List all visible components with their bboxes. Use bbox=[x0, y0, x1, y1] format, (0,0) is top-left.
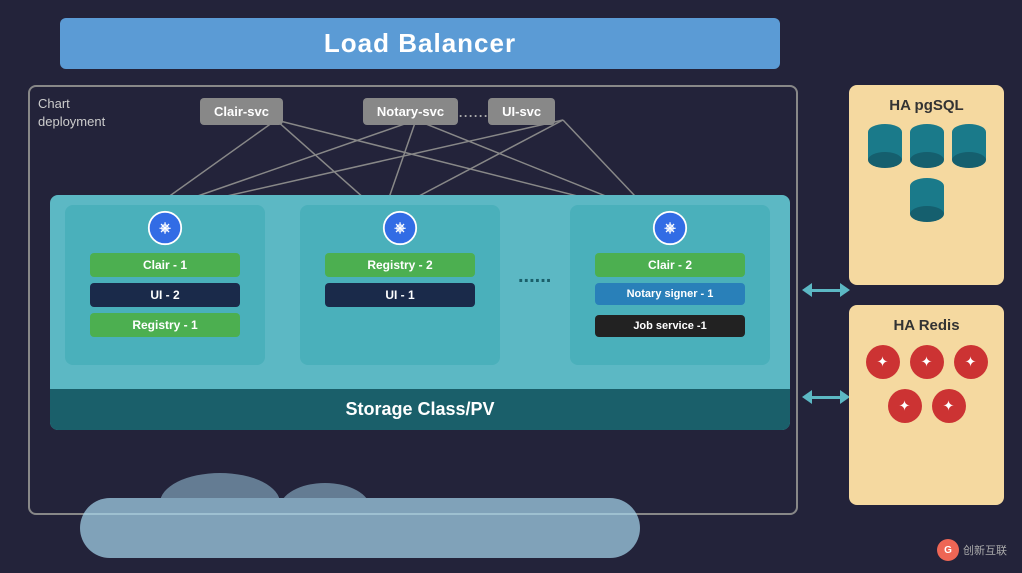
redis-icon-1 bbox=[866, 345, 900, 379]
redis-grid bbox=[861, 342, 992, 426]
clair-svc-box: Clair-svc bbox=[200, 98, 283, 125]
db-icon-4 bbox=[908, 176, 946, 226]
redis-icon-3 bbox=[954, 345, 988, 379]
main-panel: ⎈ Clair - 1 UI - 2 Registry - 1 ⎈ Regist… bbox=[50, 195, 790, 430]
pod-2: ⎈ Registry - 2 UI - 1 bbox=[300, 205, 500, 365]
redis-icon-5 bbox=[932, 389, 966, 423]
arrow-right-head-top bbox=[840, 283, 850, 297]
ui-svc-box: UI-svc bbox=[488, 98, 555, 125]
arrow-to-redis bbox=[802, 390, 850, 404]
k8s-icon-pod1: ⎈ bbox=[147, 210, 183, 246]
arrow-to-pgsql bbox=[802, 283, 850, 297]
ui-svc-label: UI-svc bbox=[502, 104, 541, 119]
k8s-icon-pod2: ⎈ bbox=[382, 210, 418, 246]
registry-2-service: Registry - 2 bbox=[325, 253, 475, 277]
pgsql-db-grid bbox=[861, 122, 992, 226]
arrow-left-head-top bbox=[802, 283, 812, 297]
watermark-icon: G bbox=[937, 539, 959, 561]
pod-3: ⎈ Clair - 2 Notary signer - 1 Job servic… bbox=[570, 205, 770, 365]
scene: Load Balancer Chartdeployment Clair-svc … bbox=[0, 0, 1022, 573]
db-icon-1 bbox=[866, 122, 904, 172]
redis-icon-2 bbox=[910, 345, 944, 379]
redis-icon-4 bbox=[888, 389, 922, 423]
registry-1-service: Registry - 1 bbox=[90, 313, 240, 337]
pod-1: ⎈ Clair - 1 UI - 2 Registry - 1 bbox=[65, 205, 265, 365]
ha-redis-title: HA Redis bbox=[861, 317, 992, 334]
svg-text:⎈: ⎈ bbox=[159, 221, 171, 237]
job-service: Job service -1 bbox=[595, 315, 745, 337]
k8s-icon-pod3: ⎈ bbox=[652, 210, 688, 246]
arrow-line-bottom bbox=[812, 396, 840, 399]
watermark: G 创新互联 bbox=[937, 539, 1007, 561]
db-icon-3 bbox=[950, 122, 988, 172]
arrow-line-top bbox=[812, 289, 840, 292]
ha-pgsql-panel: HA pgSQL bbox=[849, 85, 1004, 285]
cloud-shape bbox=[80, 498, 640, 558]
ha-redis-panel: HA Redis bbox=[849, 305, 1004, 505]
storage-label: Storage Class/PV bbox=[345, 399, 494, 419]
watermark-brand: 创新互联 bbox=[963, 542, 1007, 558]
notary-svc-label: Notary-svc bbox=[377, 104, 444, 119]
ui-1-service: UI - 1 bbox=[325, 283, 475, 307]
arrow-left-head-bottom bbox=[802, 390, 812, 404]
notary-svc-box: Notary-svc bbox=[363, 98, 458, 125]
ui-2-service: UI - 2 bbox=[90, 283, 240, 307]
clair-svc-label: Clair-svc bbox=[214, 104, 269, 119]
notary-signer-service: Notary signer - 1 bbox=[595, 283, 745, 305]
load-balancer-box: Load Balancer bbox=[60, 18, 780, 69]
chart-deployment-label: Chartdeployment bbox=[38, 95, 105, 131]
watermark-icon-letter: G bbox=[944, 545, 952, 556]
svc-dots: ...... bbox=[458, 101, 488, 122]
clair-2-service: Clair - 2 bbox=[595, 253, 745, 277]
svg-text:⎈: ⎈ bbox=[664, 221, 676, 237]
svg-text:⎈: ⎈ bbox=[394, 221, 406, 237]
pod-mid-dots: ...... bbox=[518, 265, 551, 288]
ha-pgsql-title: HA pgSQL bbox=[861, 97, 992, 114]
load-balancer-label: Load Balancer bbox=[324, 28, 516, 58]
storage-bar: Storage Class/PV bbox=[50, 389, 790, 430]
clair-1-service: Clair - 1 bbox=[90, 253, 240, 277]
db-icon-2 bbox=[908, 122, 946, 172]
